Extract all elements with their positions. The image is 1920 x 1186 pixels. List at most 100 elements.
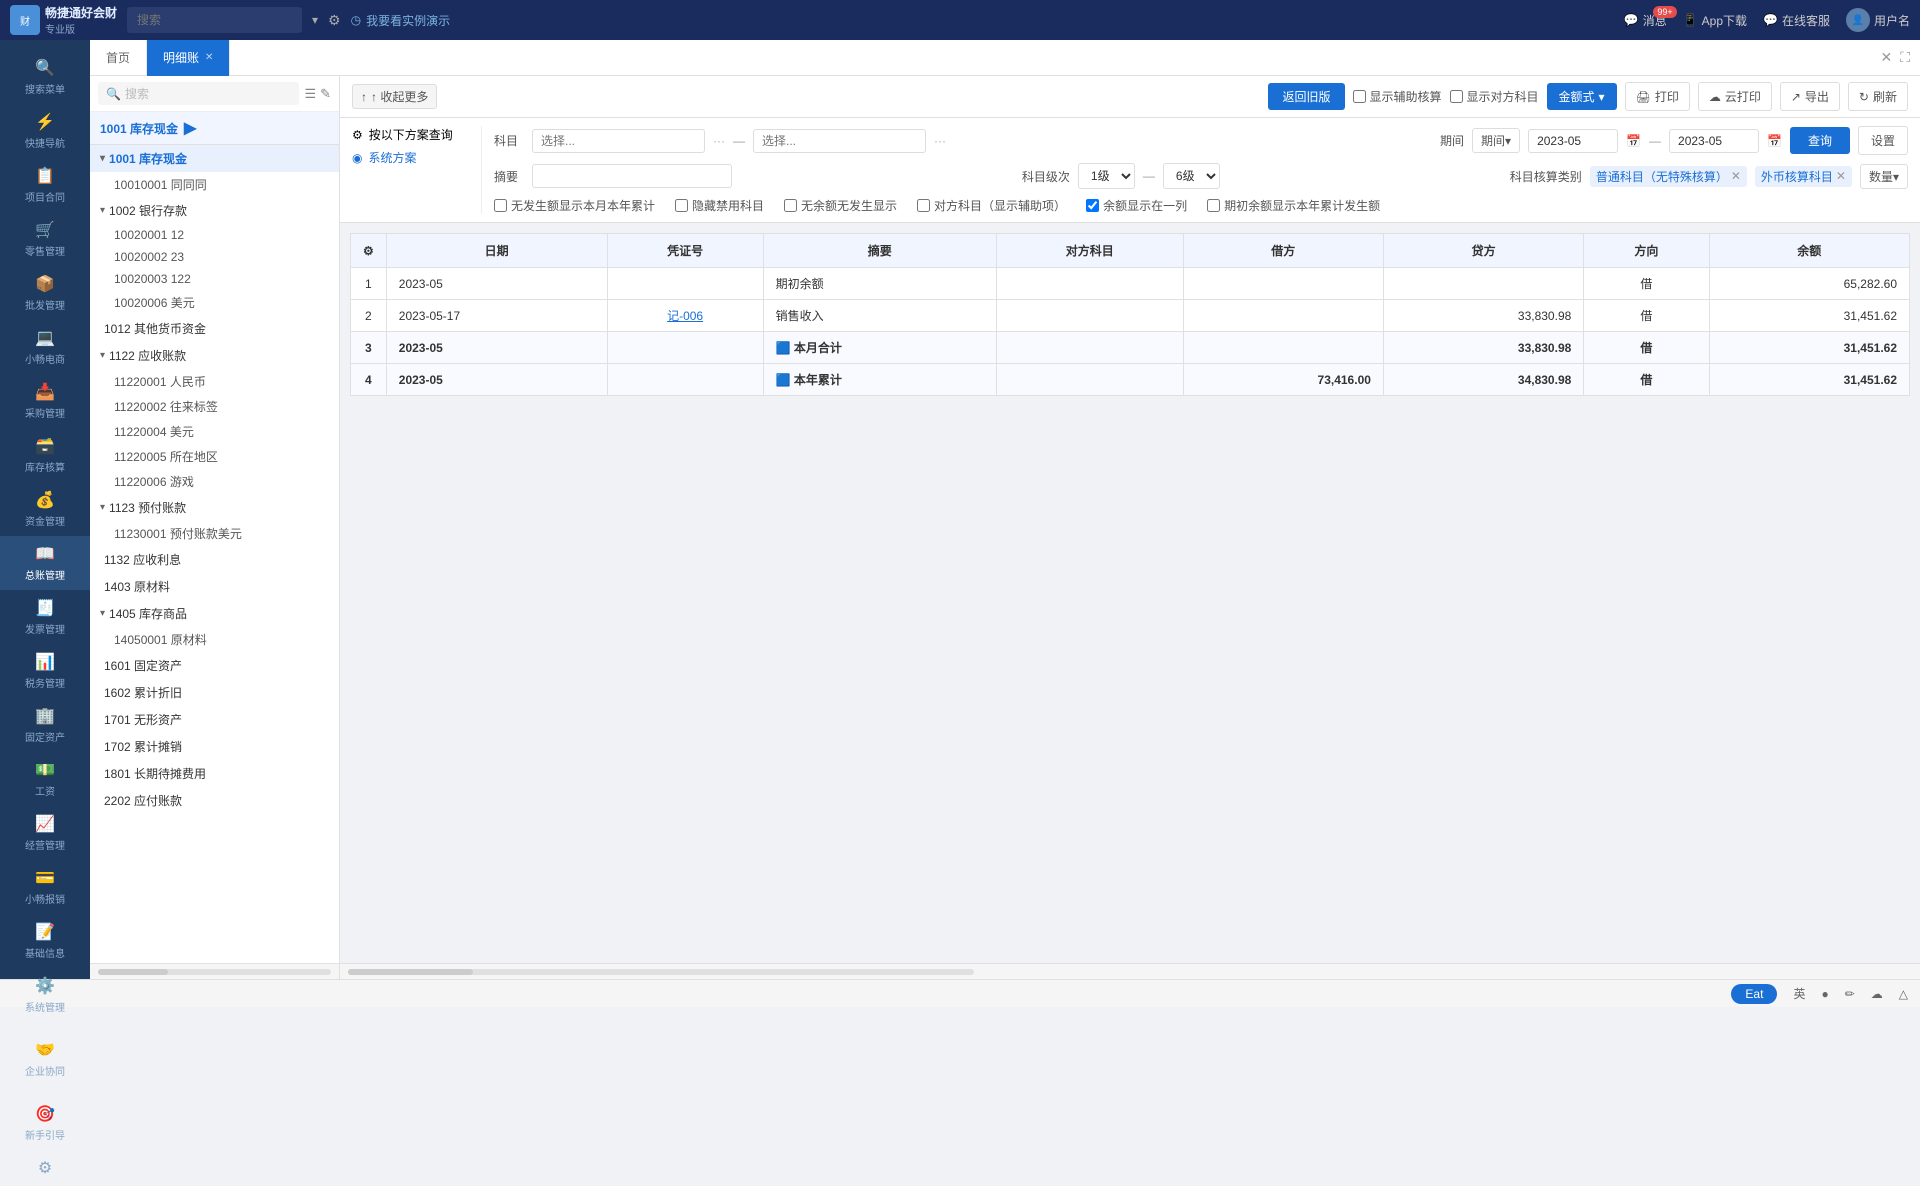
- account-item-11220004[interactable]: 11220004 美元: [90, 419, 339, 444]
- show-verify-checkbox[interactable]: 显示辅助核算: [1353, 88, 1442, 105]
- period-to-input[interactable]: [1669, 129, 1759, 153]
- account-item-1602[interactable]: 1602 累计折旧: [90, 679, 339, 706]
- edit-icon[interactable]: ✎: [320, 86, 331, 102]
- account-item-1123[interactable]: ▾1123 预付账款: [90, 494, 339, 521]
- account-item-1002[interactable]: ▾1002 银行存款: [90, 197, 339, 224]
- account-item-10020003[interactable]: 10020003 122: [90, 268, 339, 290]
- period-type-button[interactable]: 期间▾: [1472, 128, 1520, 153]
- refresh-button[interactable]: ↻ 刷新: [1848, 82, 1908, 111]
- message-button[interactable]: 💬 消息 99+: [1624, 12, 1667, 29]
- account-item-11220006[interactable]: 11220006 游戏: [90, 469, 339, 494]
- checkbox-period-opening[interactable]: 期初余额显示本年累计发生额: [1207, 197, 1380, 214]
- show-opposite-input[interactable]: [1450, 90, 1463, 103]
- sidebar-item-settings[interactable]: ⚙: [0, 1150, 90, 1186]
- settings-button[interactable]: 设置: [1858, 126, 1908, 155]
- checkbox-input-period-opening[interactable]: [1207, 199, 1220, 212]
- app-download-button[interactable]: 📱 App下载: [1683, 12, 1747, 29]
- subject-input[interactable]: [532, 129, 705, 153]
- triangle-icon[interactable]: △: [1899, 987, 1908, 1001]
- subject-input-2[interactable]: [753, 129, 926, 153]
- account-item-11230001[interactable]: 11230001 预付账款美元: [90, 521, 339, 546]
- account-item-1601[interactable]: 1601 固定资产: [90, 652, 339, 679]
- print-button[interactable]: 🖨 打印: [1625, 82, 1690, 111]
- close-window-icon[interactable]: ✕: [1880, 49, 1892, 66]
- sidebar-item-retail[interactable]: 🛒零售管理: [0, 212, 90, 266]
- account-item-1403[interactable]: 1403 原材料: [90, 573, 339, 600]
- list-icon[interactable]: ☰: [304, 86, 316, 102]
- checkbox-input-hide-disabled[interactable]: [675, 199, 688, 212]
- account-item-1701[interactable]: 1701 无形资产: [90, 706, 339, 733]
- sidebar-item-project[interactable]: 📋项目合同: [0, 158, 90, 212]
- gear-icon[interactable]: ⚙: [328, 12, 341, 29]
- top-search-input[interactable]: [127, 7, 302, 33]
- status-icon-1[interactable]: ●: [1821, 987, 1828, 1001]
- sidebar-item-inventory[interactable]: 🗃️库存核算: [0, 428, 90, 482]
- account-item-10020006[interactable]: 10020006 美元: [90, 290, 339, 315]
- sidebar-item-purchase[interactable]: 📥采购管理: [0, 374, 90, 428]
- checkbox-no-balance[interactable]: 无余额无发生显示: [784, 197, 897, 214]
- account-item-1132[interactable]: 1132 应收利息: [90, 546, 339, 573]
- sidebar-item-system[interactable]: ⚙️系统管理: [0, 968, 90, 1022]
- summary-input[interactable]: [532, 164, 732, 188]
- amount-mode-button[interactable]: 金额式 ▾: [1547, 83, 1617, 110]
- checkbox-balance-in-one[interactable]: 余额显示在一列: [1086, 197, 1187, 214]
- level-from-select[interactable]: 1级2级3级: [1078, 163, 1135, 189]
- sidebar-item-quick-nav[interactable]: ⚡快捷导航: [0, 104, 90, 158]
- sidebar-item-salary[interactable]: 💵工资: [0, 752, 90, 806]
- online-service-button[interactable]: 💬 在线客服: [1763, 12, 1830, 29]
- level-to-select[interactable]: 6级5级4级: [1163, 163, 1220, 189]
- tab-detail[interactable]: 明细账 ✕: [147, 40, 230, 76]
- account-item-1012[interactable]: 1012 其他货币资金: [90, 315, 339, 342]
- sidebar-item-ecommerce[interactable]: 💻小畅电商: [0, 320, 90, 374]
- sidebar-item-general-ledger[interactable]: 📖总账管理: [0, 536, 90, 590]
- selected-account[interactable]: 1001 库存现金 ▶: [90, 112, 339, 145]
- close-tab-icon[interactable]: ✕: [205, 52, 213, 63]
- row-voucher-1[interactable]: 记-006: [607, 300, 763, 332]
- export-button[interactable]: ↗ 导出: [1780, 82, 1840, 111]
- sidebar-item-basic-info[interactable]: 📝基础信息: [0, 914, 90, 968]
- account-item-10010001[interactable]: 10010001 同同同: [90, 172, 339, 197]
- sidebar-item-tax[interactable]: 📊税务管理: [0, 644, 90, 698]
- sidebar-item-invoice[interactable]: 🧾发票管理: [0, 590, 90, 644]
- back-old-button[interactable]: 返回旧版: [1268, 83, 1344, 110]
- more-button[interactable]: ↑ ↑ 收起更多: [352, 84, 437, 109]
- forward-icon[interactable]: ▶: [184, 118, 196, 138]
- sidebar-item-sales[interactable]: 💳小畅报销: [0, 860, 90, 914]
- eat-button[interactable]: Eat: [1731, 984, 1777, 1004]
- checkbox-input-no-balance[interactable]: [784, 199, 797, 212]
- account-item-1122[interactable]: ▾1122 应收账款: [90, 342, 339, 369]
- lang-button[interactable]: 英: [1793, 985, 1805, 1002]
- account-item-11220005[interactable]: 11220005 所在地区: [90, 444, 339, 469]
- show-verify-input[interactable]: [1353, 90, 1366, 103]
- dropdown-icon[interactable]: ▾: [312, 13, 318, 27]
- user-profile[interactable]: 👤 用户名: [1846, 8, 1910, 32]
- edit-status-icon[interactable]: ✏: [1845, 987, 1855, 1001]
- sidebar-item-fixed-asset[interactable]: 🏢固定资产: [0, 698, 90, 752]
- sidebar-item-operations[interactable]: 📈经营管理: [0, 806, 90, 860]
- quantity-button[interactable]: 数量▾: [1860, 164, 1908, 189]
- scheme-item[interactable]: ◉ 系统方案: [352, 149, 469, 166]
- query-button[interactable]: 查询: [1790, 127, 1850, 154]
- checkbox-input-no-amount[interactable]: [494, 199, 507, 212]
- show-opposite-checkbox[interactable]: 显示对方科目: [1450, 88, 1539, 105]
- account-item-11220001[interactable]: 11220001 人民币: [90, 369, 339, 394]
- checkbox-opposite-subject[interactable]: 对方科目（显示辅助项）: [917, 197, 1066, 214]
- account-item-1801[interactable]: 1801 长期待摊费用: [90, 760, 339, 787]
- account-item-1001[interactable]: ▾1001 库存现金: [90, 145, 339, 172]
- account-search-box[interactable]: 🔍 搜索: [98, 82, 299, 105]
- voucher-link-1[interactable]: 记-006: [667, 309, 703, 323]
- checkbox-input-balance-in-one[interactable]: [1086, 199, 1099, 212]
- expand-icon[interactable]: ⛶: [1900, 49, 1910, 66]
- period-from-input[interactable]: [1528, 129, 1618, 153]
- col-header-0[interactable]: ⚙: [351, 234, 387, 268]
- sidebar-item-guide[interactable]: 🎯新手引导: [0, 1096, 90, 1150]
- account-item-10020001[interactable]: 10020001 12: [90, 224, 339, 246]
- bottom-scroll[interactable]: [340, 963, 1920, 979]
- account-item-10020002[interactable]: 10020002 23: [90, 246, 339, 268]
- calendar-icon-1[interactable]: 📅: [1626, 134, 1641, 148]
- calendar-icon-2[interactable]: 📅: [1767, 134, 1782, 148]
- checkbox-hide-disabled[interactable]: 隐藏禁用科目: [675, 197, 764, 214]
- account-item-11220002[interactable]: 11220002 往来标签: [90, 394, 339, 419]
- checkbox-no-amount[interactable]: 无发生额显示本月本年累计: [494, 197, 655, 214]
- account-item-1702[interactable]: 1702 累计摊销: [90, 733, 339, 760]
